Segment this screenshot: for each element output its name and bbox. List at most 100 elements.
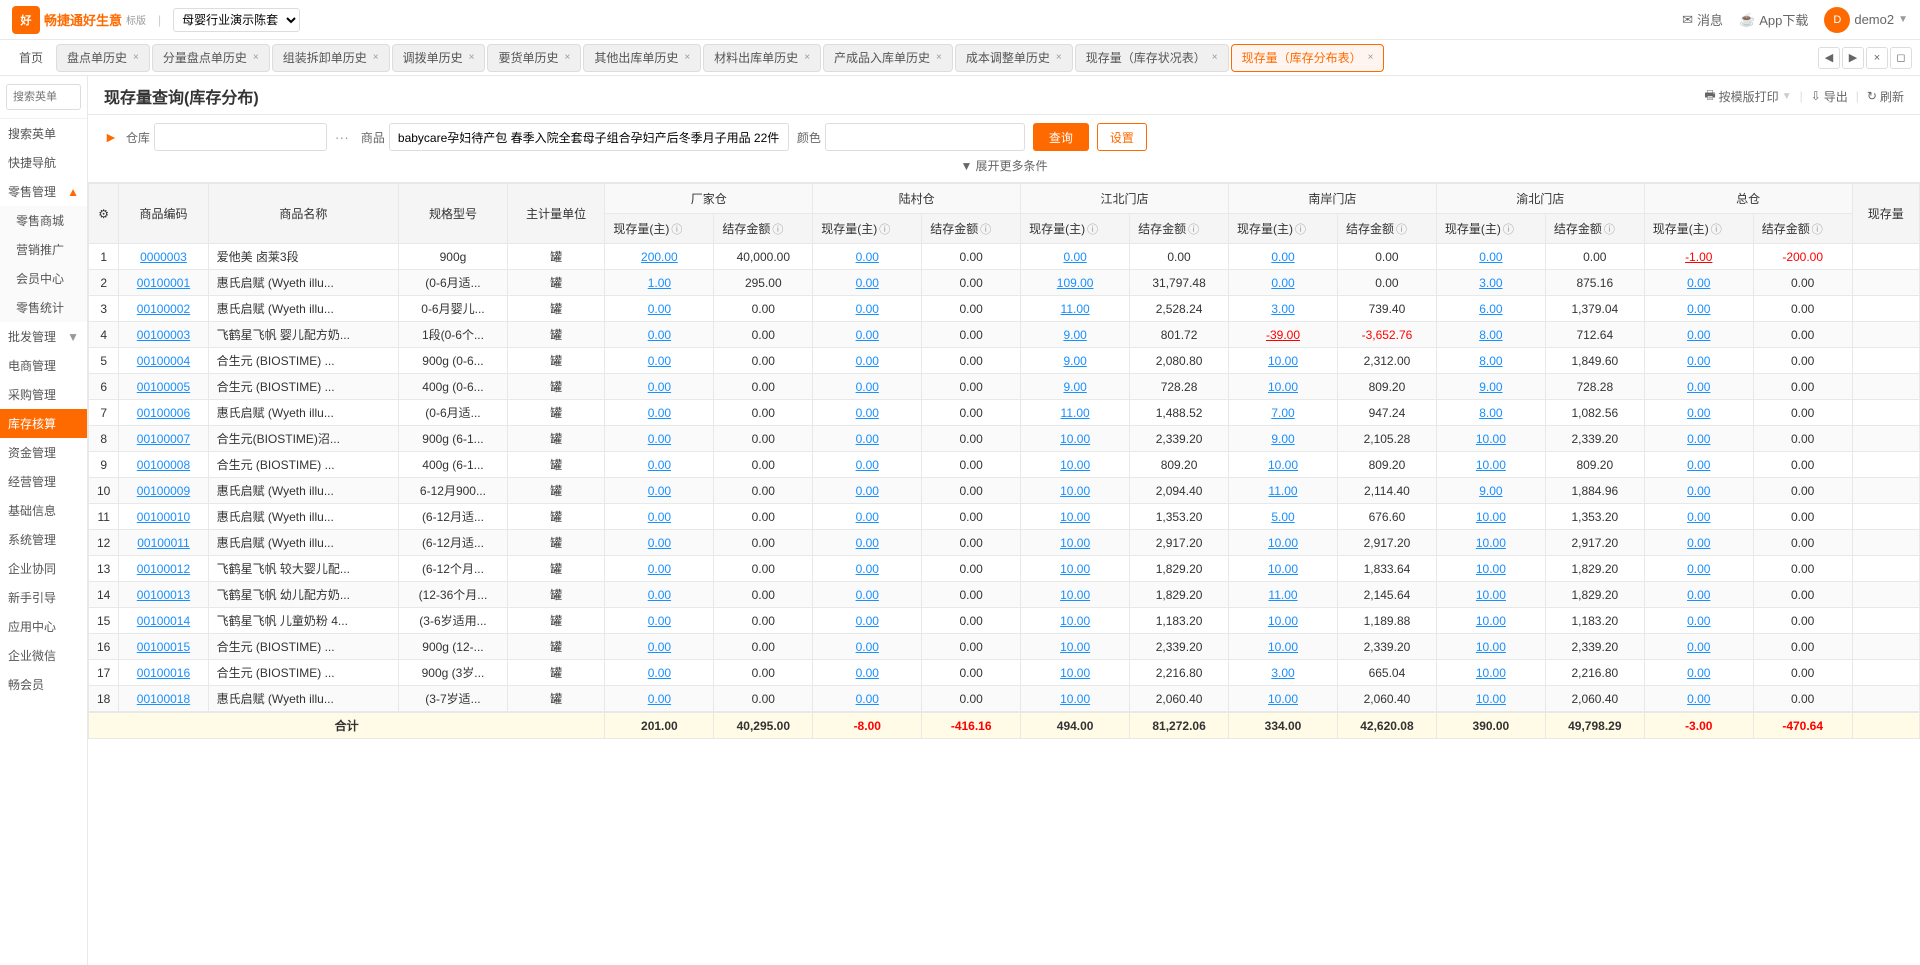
cell-y1[interactable]: 10.00 bbox=[1436, 634, 1545, 660]
sidebar-item-retail-mall[interactable]: 零售商城 bbox=[0, 206, 87, 235]
cell-n1[interactable]: 7.00 bbox=[1229, 400, 1338, 426]
nav-next-btn[interactable]: ▶ bbox=[1842, 47, 1864, 69]
close-icon[interactable]: × bbox=[1056, 52, 1062, 63]
cell-l1[interactable]: 0.00 bbox=[813, 244, 922, 270]
z-qty-info-icon[interactable]: ⓘ bbox=[1711, 221, 1722, 237]
cell-l1[interactable]: 0.00 bbox=[813, 504, 922, 530]
cell-j1[interactable]: 9.00 bbox=[1021, 374, 1130, 400]
cell-l1[interactable]: 0.00 bbox=[813, 348, 922, 374]
cell-code[interactable]: 00100014 bbox=[119, 608, 208, 634]
cell-code[interactable]: 00100006 bbox=[119, 400, 208, 426]
tab-cost-adjust[interactable]: 成本调整单历史 × bbox=[955, 44, 1073, 72]
cell-j1[interactable]: 109.00 bbox=[1021, 270, 1130, 296]
cell-f1[interactable]: 200.00 bbox=[605, 244, 714, 270]
cell-n1[interactable]: 0.00 bbox=[1229, 270, 1338, 296]
cell-l1[interactable]: 0.00 bbox=[813, 582, 922, 608]
cell-y1[interactable]: 10.00 bbox=[1436, 426, 1545, 452]
sidebar-item-collab[interactable]: 企业协同 bbox=[0, 554, 87, 583]
cell-f1[interactable]: 0.00 bbox=[605, 660, 714, 686]
cell-j1[interactable]: 9.00 bbox=[1021, 348, 1130, 374]
close-icon[interactable]: × bbox=[1212, 52, 1218, 63]
print-btn[interactable]: 🖶 按模版打印 ▼ bbox=[1704, 86, 1791, 107]
cell-j1[interactable]: 10.00 bbox=[1021, 608, 1130, 634]
sidebar-item-basic-info[interactable]: 基础信息 bbox=[0, 496, 87, 525]
sidebar-item-wechat[interactable]: 企业微信 bbox=[0, 641, 87, 670]
cell-f1[interactable]: 0.00 bbox=[605, 686, 714, 713]
nav-expand-btn[interactable]: ◻ bbox=[1890, 47, 1912, 69]
cell-f1[interactable]: 0.00 bbox=[605, 322, 714, 348]
sidebar-item-purchase[interactable]: 采购管理 bbox=[0, 380, 87, 409]
cell-f1[interactable]: 0.00 bbox=[605, 478, 714, 504]
cell-z1[interactable]: 0.00 bbox=[1644, 608, 1753, 634]
close-icon[interactable]: × bbox=[936, 52, 942, 63]
cell-y1[interactable]: 10.00 bbox=[1436, 556, 1545, 582]
tab-assembly[interactable]: 组装拆卸单历史 × bbox=[272, 44, 390, 72]
cell-j1[interactable]: 10.00 bbox=[1021, 504, 1130, 530]
sidebar-item-retail-mgmt[interactable]: 零售管理 ▲ bbox=[0, 177, 87, 206]
cell-f1[interactable]: 0.00 bbox=[605, 452, 714, 478]
close-icon[interactable]: × bbox=[564, 52, 570, 63]
cell-z1[interactable]: 0.00 bbox=[1644, 348, 1753, 374]
cell-n1[interactable]: 3.00 bbox=[1229, 296, 1338, 322]
cell-n1[interactable]: 11.00 bbox=[1229, 478, 1338, 504]
cell-code[interactable]: 00100012 bbox=[119, 556, 208, 582]
factory-amt-info-icon[interactable]: ⓘ bbox=[772, 221, 783, 237]
close-icon[interactable]: × bbox=[804, 52, 810, 63]
sidebar-item-operations[interactable]: 经营管理 bbox=[0, 467, 87, 496]
user-profile[interactable]: D demo2 ▼ bbox=[1824, 7, 1908, 33]
cell-n1[interactable]: 10.00 bbox=[1229, 556, 1338, 582]
cell-j1[interactable]: 0.00 bbox=[1021, 244, 1130, 270]
lu-amt-info-icon[interactable]: ⓘ bbox=[980, 221, 991, 237]
product-input[interactable] bbox=[389, 123, 789, 151]
cell-code[interactable]: 00100005 bbox=[119, 374, 208, 400]
cell-y1[interactable]: 10.00 bbox=[1436, 582, 1545, 608]
sidebar-item-finance[interactable]: 资金管理 bbox=[0, 438, 87, 467]
cell-n1[interactable]: 0.00 bbox=[1229, 244, 1338, 270]
cell-n1[interactable]: 11.00 bbox=[1229, 582, 1338, 608]
cell-z1[interactable]: 0.00 bbox=[1644, 322, 1753, 348]
cell-f1[interactable]: 0.00 bbox=[605, 530, 714, 556]
cell-z1[interactable]: 0.00 bbox=[1644, 400, 1753, 426]
sidebar-item-member-center[interactable]: 会员中心 bbox=[0, 264, 87, 293]
cell-l1[interactable]: 0.00 bbox=[813, 634, 922, 660]
expand-more-btn[interactable]: ▼ 展开更多条件 bbox=[961, 157, 1048, 174]
warehouse-input[interactable] bbox=[154, 123, 327, 151]
cell-y1[interactable]: 8.00 bbox=[1436, 322, 1545, 348]
sidebar-item-ecommerce[interactable]: 电商管理 bbox=[0, 351, 87, 380]
sidebar-item-quick-nav[interactable]: 快捷导航 bbox=[0, 148, 87, 177]
cell-f1[interactable]: 0.00 bbox=[605, 348, 714, 374]
cell-code[interactable]: 00100007 bbox=[119, 426, 208, 452]
cell-n1[interactable]: 10.00 bbox=[1229, 374, 1338, 400]
cell-code[interactable]: 00100013 bbox=[119, 582, 208, 608]
z-amt-info-icon[interactable]: ⓘ bbox=[1812, 221, 1823, 237]
cell-l1[interactable]: 0.00 bbox=[813, 556, 922, 582]
cell-z1[interactable]: -1.00 bbox=[1644, 244, 1753, 270]
cell-j1[interactable]: 10.00 bbox=[1021, 452, 1130, 478]
cell-y1[interactable]: 10.00 bbox=[1436, 452, 1545, 478]
cell-j1[interactable]: 10.00 bbox=[1021, 634, 1130, 660]
search-input[interactable] bbox=[6, 84, 81, 110]
tab-stock-check[interactable]: 盘点单历史 × bbox=[56, 44, 150, 72]
yb-amt-info-icon[interactable]: ⓘ bbox=[1604, 221, 1615, 237]
cell-z1[interactable]: 0.00 bbox=[1644, 530, 1753, 556]
tab-order-history[interactable]: 要货单历史 × bbox=[487, 44, 581, 72]
cell-l1[interactable]: 0.00 bbox=[813, 296, 922, 322]
cell-j1[interactable]: 10.00 bbox=[1021, 530, 1130, 556]
cell-l1[interactable]: 0.00 bbox=[813, 400, 922, 426]
cell-code[interactable]: 00100016 bbox=[119, 660, 208, 686]
sidebar-item-retail-stats[interactable]: 零售统计 bbox=[0, 293, 87, 322]
cell-l1[interactable]: 0.00 bbox=[813, 452, 922, 478]
cell-n1[interactable]: 10.00 bbox=[1229, 452, 1338, 478]
cell-l1[interactable]: 0.00 bbox=[813, 322, 922, 348]
cell-z1[interactable]: 0.00 bbox=[1644, 634, 1753, 660]
cell-z1[interactable]: 0.00 bbox=[1644, 686, 1753, 713]
cell-f1[interactable]: 1.00 bbox=[605, 270, 714, 296]
app-download-btn[interactable]: ☕ App下载 bbox=[1739, 10, 1808, 29]
cell-f1[interactable]: 0.00 bbox=[605, 374, 714, 400]
cell-y1[interactable]: 6.00 bbox=[1436, 296, 1545, 322]
jb-qty-info-icon[interactable]: ⓘ bbox=[1087, 221, 1098, 237]
close-icon[interactable]: × bbox=[133, 52, 139, 63]
search-btn[interactable]: 查询 bbox=[1033, 123, 1089, 151]
cell-code[interactable]: 00100008 bbox=[119, 452, 208, 478]
tab-stock-status[interactable]: 现存量（库存状况表） × bbox=[1075, 44, 1229, 72]
